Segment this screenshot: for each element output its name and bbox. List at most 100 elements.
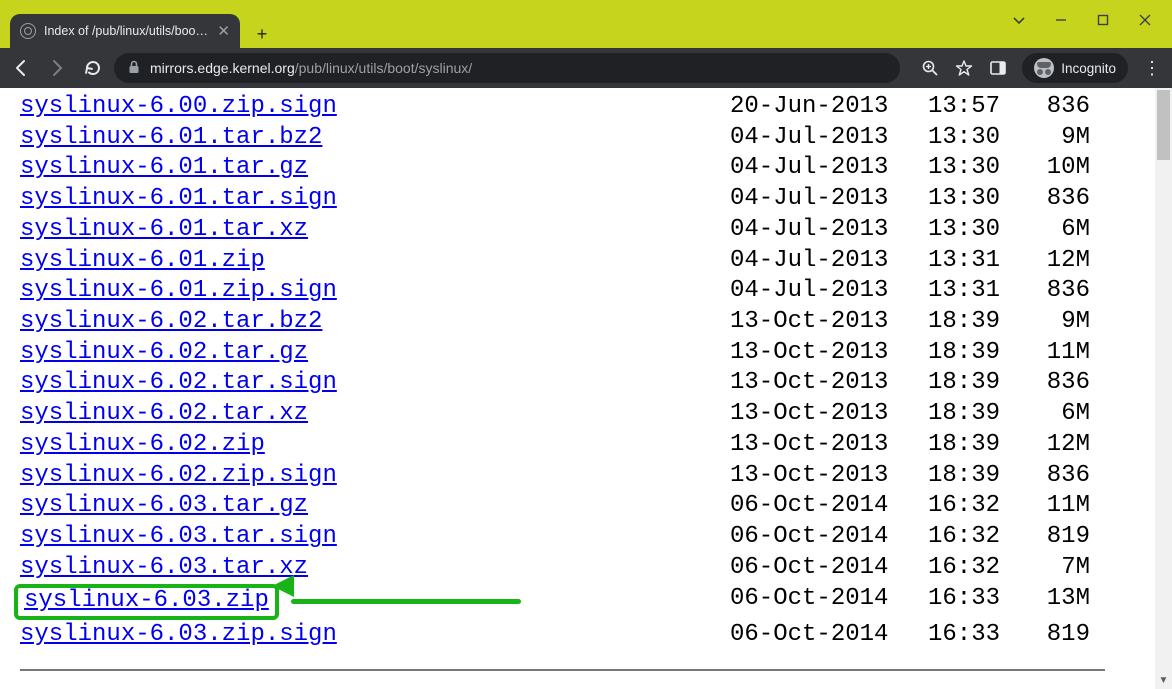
file-date: 13-Oct-2013 — [730, 338, 910, 369]
annotation-arrow — [291, 584, 521, 615]
file-time: 18:39 — [910, 430, 1000, 461]
file-name-cell: syslinux-6.03.tar.xz — [20, 553, 730, 584]
file-link[interactable]: syslinux-6.01.tar.xz — [20, 216, 308, 243]
window-controls — [992, 0, 1172, 40]
nav-buttons — [10, 57, 104, 79]
file-link[interactable]: syslinux-6.00.zip.sign — [20, 93, 337, 120]
address-bar[interactable]: mirrors.edge.kernel.org/pub/linux/utils/… — [114, 53, 900, 83]
file-row: syslinux-6.02.zip13-Oct-201318:3912M — [20, 430, 1164, 461]
file-row: syslinux-6.02.tar.xz13-Oct-201318:396M — [20, 399, 1164, 430]
window-minimize-icon[interactable] — [1054, 13, 1068, 27]
file-link[interactable]: syslinux-6.01.tar.gz — [20, 154, 308, 181]
file-size: 9M — [1000, 123, 1090, 154]
file-link[interactable]: syslinux-6.02.tar.gz — [20, 339, 308, 366]
file-date: 04-Jul-2013 — [730, 246, 910, 277]
file-link[interactable]: syslinux-6.02.zip.sign — [20, 462, 337, 489]
file-link[interactable]: syslinux-6.01.zip — [20, 247, 265, 274]
file-date: 06-Oct-2014 — [730, 491, 910, 522]
file-link[interactable]: syslinux-6.02.tar.xz — [20, 400, 308, 427]
file-size: 836 — [1000, 92, 1090, 123]
file-link[interactable]: syslinux-6.03.zip.sign — [20, 621, 337, 648]
browser-menu-icon[interactable]: ⋮ — [1142, 58, 1162, 78]
file-row: syslinux-6.02.tar.sign13-Oct-201318:3983… — [20, 368, 1164, 399]
file-date: 04-Jul-2013 — [730, 276, 910, 307]
bookmark-star-icon[interactable] — [954, 58, 974, 78]
file-date: 06-Oct-2014 — [730, 553, 910, 584]
file-row: syslinux-6.02.tar.gz 13-Oct-201318:3911M — [20, 338, 1164, 369]
file-name-cell: syslinux-6.01.tar.xz — [20, 215, 730, 246]
file-row: syslinux-6.00.zip.sign20-Jun-201313:5783… — [20, 92, 1164, 123]
file-link[interactable]: syslinux-6.01.tar.bz2 — [20, 124, 322, 151]
file-link[interactable]: syslinux-6.02.zip — [20, 431, 265, 458]
file-size: 6M — [1000, 215, 1090, 246]
file-date: 13-Oct-2013 — [730, 399, 910, 430]
zoom-icon[interactable] — [920, 58, 940, 78]
scroll-thumb[interactable] — [1157, 90, 1170, 160]
vertical-scrollbar[interactable]: ▲ ▼ — [1155, 88, 1172, 689]
file-size: 10M — [1000, 153, 1090, 184]
file-link[interactable]: syslinux-6.01.tar.sign — [20, 185, 337, 212]
file-list: syslinux-6.00.zip.sign20-Jun-201313:5783… — [20, 92, 1164, 651]
file-time: 18:39 — [910, 338, 1000, 369]
file-size: 11M — [1000, 338, 1090, 369]
file-link[interactable]: syslinux-6.02.tar.sign — [20, 369, 337, 396]
file-date: 13-Oct-2013 — [730, 307, 910, 338]
forward-button — [46, 57, 68, 79]
side-panel-icon[interactable] — [988, 58, 1008, 78]
file-time: 16:32 — [910, 553, 1000, 584]
file-size: 9M — [1000, 307, 1090, 338]
file-link[interactable]: syslinux-6.03.tar.sign — [20, 523, 337, 550]
directory-listing: syslinux-6.00.zip.sign20-Jun-201313:5783… — [0, 88, 1172, 689]
file-row: syslinux-6.01.tar.xz04-Jul-201313:306M — [20, 215, 1164, 246]
file-link[interactable]: syslinux-6.01.zip.sign — [20, 277, 337, 304]
incognito-icon — [1034, 58, 1054, 78]
window-chevron-icon[interactable] — [1012, 13, 1026, 27]
file-row: syslinux-6.01.zip04-Jul-201313:3112M — [20, 246, 1164, 277]
file-row: syslinux-6.03.tar.gz 06-Oct-201416:3211M — [20, 491, 1164, 522]
file-row: syslinux-6.03.tar.sign06-Oct-201416:3281… — [20, 522, 1164, 553]
file-row: syslinux-6.03.zip06-Oct-201416:3313M — [20, 584, 1164, 620]
file-name-cell: syslinux-6.02.tar.xz — [20, 399, 730, 430]
file-name-cell: syslinux-6.01.tar.bz2 — [20, 123, 730, 154]
tab-close-icon[interactable]: ✕ — [217, 24, 230, 39]
browser-tab[interactable]: Index of /pub/linux/utils/boot/sy ✕ — [10, 14, 240, 48]
file-size: 836 — [1000, 461, 1090, 492]
file-link[interactable]: syslinux-6.02.tar.bz2 — [20, 308, 322, 335]
reload-button[interactable] — [82, 57, 104, 79]
url-text: mirrors.edge.kernel.org/pub/linux/utils/… — [150, 60, 472, 76]
file-name-cell: syslinux-6.03.zip — [20, 584, 730, 620]
url-host: mirrors.edge.kernel.org — [150, 60, 295, 76]
file-link[interactable]: syslinux-6.03.tar.xz — [20, 554, 308, 581]
window-close-icon[interactable] — [1138, 13, 1152, 27]
file-row: syslinux-6.03.zip.sign06-Oct-201416:3381… — [20, 620, 1164, 651]
back-button[interactable] — [10, 57, 32, 79]
file-time: 13:30 — [910, 123, 1000, 154]
file-name-cell: syslinux-6.00.zip.sign — [20, 92, 730, 123]
file-size: 819 — [1000, 620, 1090, 651]
file-row: syslinux-6.01.tar.sign04-Jul-201313:3083… — [20, 184, 1164, 215]
file-time: 18:39 — [910, 307, 1000, 338]
file-name-cell: syslinux-6.02.tar.gz — [20, 338, 730, 369]
file-date: 13-Oct-2013 — [730, 430, 910, 461]
window-maximize-icon[interactable] — [1096, 13, 1110, 27]
file-row: syslinux-6.02.zip.sign13-Oct-201318:3983… — [20, 461, 1164, 492]
file-link[interactable]: syslinux-6.03.tar.gz — [20, 492, 308, 519]
globe-icon — [20, 23, 36, 39]
incognito-badge: Incognito — [1022, 53, 1128, 83]
listing-separator — [20, 669, 1105, 671]
file-size: 819 — [1000, 522, 1090, 553]
file-size: 11M — [1000, 491, 1090, 522]
file-size: 836 — [1000, 368, 1090, 399]
file-row: syslinux-6.01.tar.bz204-Jul-201313:309M — [20, 123, 1164, 154]
file-link[interactable]: syslinux-6.03.zip — [24, 587, 269, 614]
tab-title: Index of /pub/linux/utils/boot/sy — [44, 24, 209, 38]
scroll-down-icon[interactable]: ▼ — [1155, 672, 1172, 689]
new-tab-button[interactable]: + — [248, 20, 276, 48]
file-time: 16:33 — [910, 584, 1000, 620]
file-time: 13:30 — [910, 184, 1000, 215]
file-row: syslinux-6.01.zip.sign04-Jul-201313:3183… — [20, 276, 1164, 307]
file-time: 16:32 — [910, 491, 1000, 522]
file-name-cell: syslinux-6.03.zip.sign — [20, 620, 730, 651]
highlight-box: syslinux-6.03.zip — [14, 584, 279, 620]
lock-icon — [128, 60, 140, 77]
